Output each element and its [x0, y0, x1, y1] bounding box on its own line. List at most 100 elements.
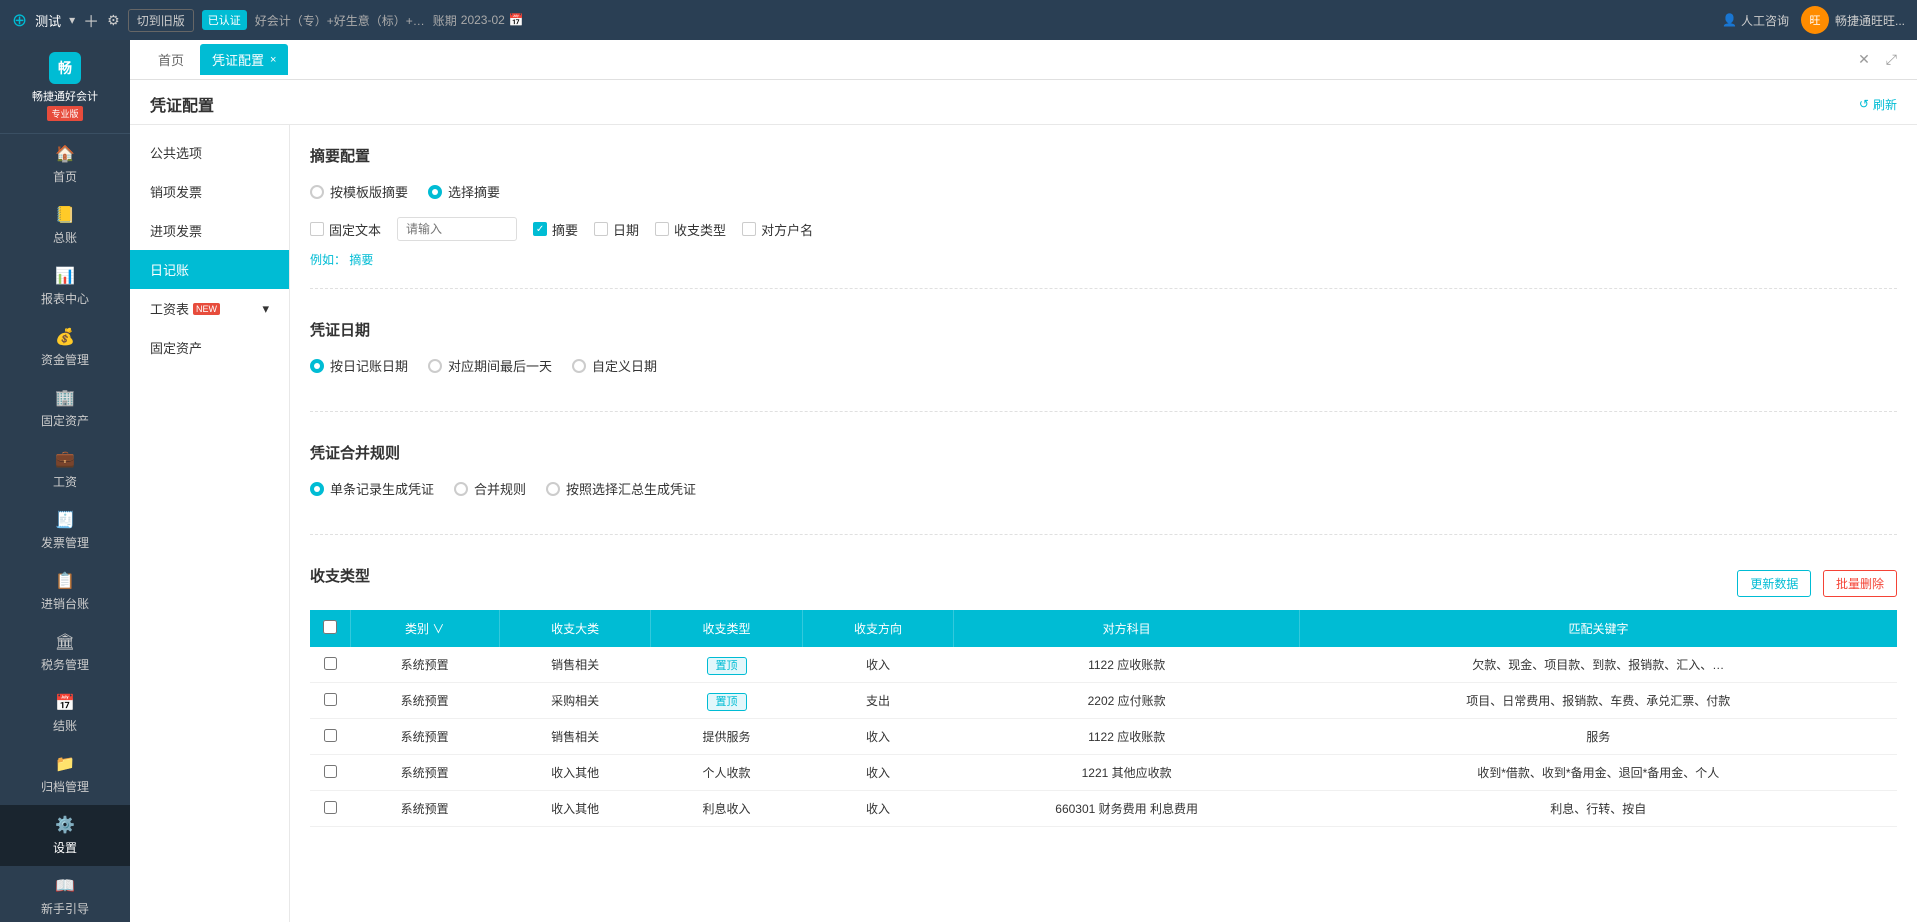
tax-icon: 🏛 — [55, 632, 75, 652]
radio-summary-generate[interactable]: 按照选择汇总生成凭证 — [546, 479, 696, 498]
left-nav-payroll[interactable]: 工资表 NEW ▾ — [130, 289, 289, 328]
row-main-type: 采购相关 — [499, 683, 650, 719]
help-icon: 👤 — [1722, 13, 1737, 27]
row-direction: 收入 — [802, 755, 953, 791]
update-data-button[interactable]: 更新数据 — [1737, 570, 1811, 597]
row-type: 置顶 — [651, 647, 802, 683]
checkbox-counterparty[interactable]: 对方户名 — [742, 220, 813, 239]
tab-bar: 首页 凭证配置 × ✕ ⤢ — [130, 40, 1917, 80]
checkbox-fixed-text[interactable]: 固定文本 — [310, 220, 381, 239]
logo-icon: 畅 — [49, 52, 81, 84]
sidebar-item-salary[interactable]: 💼 工资 — [0, 439, 130, 500]
checkbox-summary[interactable]: ✓ 摘要 — [533, 220, 578, 239]
switch-version-button[interactable]: 切到旧版 — [128, 9, 194, 32]
left-nav-public[interactable]: 公共选项 — [130, 133, 289, 172]
table-header-direction: 收支方向 — [802, 610, 953, 647]
sidebar-item-tax[interactable]: 🏛 税务管理 — [0, 622, 130, 683]
radio-select-circle — [428, 185, 442, 199]
refresh-button[interactable]: ↺ 刷新 — [1859, 96, 1897, 113]
row-checkbox-cell[interactable] — [310, 683, 350, 719]
tab-voucher-config[interactable]: 凭证配置 × — [200, 44, 288, 75]
tab-close-icon[interactable]: × — [270, 54, 276, 66]
income-expense-section: 收支类型 更新数据 批量删除 类别 ∨ — [310, 565, 1897, 847]
left-nav-sales-invoice[interactable]: 销项发票 — [130, 172, 289, 211]
tab-minimize-button[interactable]: ✕ — [1854, 47, 1874, 72]
sidebar-item-settings[interactable]: ⚙️ 设置 — [0, 805, 130, 866]
topbar-add[interactable]: ＋ — [83, 8, 99, 32]
checkbox-date[interactable]: 日期 — [594, 220, 639, 239]
row-subject: 660301 财务费用 利息费用 — [954, 791, 1300, 827]
date-radio-group: 按日记账日期 对应期间最后一天 自定义日期 — [310, 356, 1897, 375]
table-header-checkbox[interactable] — [310, 610, 350, 647]
select-all-checkbox[interactable] — [323, 620, 337, 634]
row-checkbox[interactable] — [324, 765, 337, 778]
sidebar-item-invoice[interactable]: 🧾 发票管理 — [0, 500, 130, 561]
funds-icon: 💰 — [55, 327, 75, 347]
checkbox-type[interactable]: 收支类型 — [655, 220, 726, 239]
help-button[interactable]: 👤 人工咨询 — [1722, 12, 1789, 29]
radio-single[interactable]: 单条记录生成凭证 — [310, 479, 434, 498]
row-checkbox-cell[interactable] — [310, 719, 350, 755]
calendar-icon[interactable]: 📅 — [509, 13, 524, 27]
radio-journal-date[interactable]: 按日记账日期 — [310, 356, 408, 375]
sidebar-item-label: 结账 — [53, 717, 77, 734]
row-checkbox[interactable] — [324, 693, 337, 706]
sidebar-item-archive[interactable]: 📁 归档管理 — [0, 744, 130, 805]
radio-merge-rule[interactable]: 合并规则 — [454, 479, 526, 498]
radio-period-last[interactable]: 对应期间最后一天 — [428, 356, 552, 375]
topbar-settings-icon[interactable]: ⚙ — [107, 12, 120, 29]
row-checkbox-cell[interactable] — [310, 791, 350, 827]
table-row: 系统预置 采购相关 置顶 支出 2202 应付账款 项目、日常费用、报销款、车费… — [310, 683, 1897, 719]
radio-template[interactable]: 按模板版摘要 — [310, 182, 408, 201]
app-logo: ⊕ — [12, 10, 27, 31]
refresh-label: 刷新 — [1873, 96, 1897, 113]
sidebar-item-close-account[interactable]: 📅 结账 — [0, 683, 130, 744]
radio-custom-date[interactable]: 自定义日期 — [572, 356, 657, 375]
sidebar-item-label: 首页 — [53, 168, 77, 185]
help-label: 人工咨询 — [1741, 12, 1789, 29]
sidebar-item-home[interactable]: 🏠 首页 — [0, 134, 130, 195]
sidebar-item-guide[interactable]: 📖 新手引导 — [0, 866, 130, 922]
table-actions: 更新数据 批量删除 — [1737, 570, 1897, 597]
sidebar-item-label: 固定资产 — [41, 412, 89, 429]
sidebar-item-reports[interactable]: 📊 报表中心 — [0, 256, 130, 317]
logo-text: 畅捷通好会计 — [32, 88, 98, 104]
fixed-assets-icon: 🏢 — [55, 388, 75, 408]
sidebar-item-fixed-assets[interactable]: 🏢 固定资产 — [0, 378, 130, 439]
user-menu[interactable]: 旺 畅捷通旺旺... — [1801, 6, 1905, 34]
checkbox-date-label: 日期 — [613, 220, 639, 239]
radio-merge-rule-circle — [454, 482, 468, 496]
table-header-row: 类别 ∨ 收支大类 收支类型 收支方向 对方科目 匹配关键字 — [310, 610, 1897, 647]
home-icon: 🏠 — [55, 144, 75, 164]
left-nav-fixed-assets[interactable]: 固定资产 — [130, 328, 289, 367]
left-nav-purchase-invoice[interactable]: 进项发票 — [130, 211, 289, 250]
left-nav-label: 销项发票 — [150, 182, 202, 201]
left-nav-journal[interactable]: 日记账 — [130, 250, 289, 289]
radio-select[interactable]: 选择摘要 — [428, 182, 500, 201]
row-checkbox-cell[interactable] — [310, 647, 350, 683]
sidebar-item-label: 税务管理 — [41, 656, 89, 673]
sidebar: 畅 畅捷通好会计 专业版 🏠 首页 📒 总账 📊 报表中心 💰 资金管理 🏢 固… — [0, 40, 130, 922]
checkbox-type-label: 收支类型 — [674, 220, 726, 239]
row-checkbox[interactable] — [324, 801, 337, 814]
merge-radio-group: 单条记录生成凭证 合并规则 按照选择汇总生成凭证 — [310, 479, 1897, 498]
checkbox-summary-label: 摘要 — [552, 220, 578, 239]
table-row: 系统预置 销售相关 提供服务 收入 1122 应收账款 服务 — [310, 719, 1897, 755]
tab-home[interactable]: 首页 — [146, 44, 196, 75]
sidebar-item-label: 进销台账 — [41, 595, 89, 612]
sidebar-item-purchase-sales[interactable]: 📋 进销台账 — [0, 561, 130, 622]
topbar-dropdown[interactable]: ▾ — [69, 13, 75, 27]
tab-expand-button[interactable]: ⤢ — [1882, 47, 1901, 72]
row-checkbox[interactable] — [324, 729, 337, 742]
sidebar-item-funds[interactable]: 💰 资金管理 — [0, 317, 130, 378]
row-subject: 1122 应收账款 — [954, 647, 1300, 683]
fixed-text-input[interactable] — [397, 217, 517, 241]
sidebar-item-ledger[interactable]: 📒 总账 — [0, 195, 130, 256]
row-type: 置顶 — [651, 683, 802, 719]
row-checkbox-cell[interactable] — [310, 755, 350, 791]
batch-delete-button[interactable]: 批量删除 — [1823, 570, 1897, 597]
row-checkbox[interactable] — [324, 657, 337, 670]
radio-summary-generate-label: 按照选择汇总生成凭证 — [566, 479, 696, 498]
row-subject: 1122 应收账款 — [954, 719, 1300, 755]
row-subject: 1221 其他应收款 — [954, 755, 1300, 791]
